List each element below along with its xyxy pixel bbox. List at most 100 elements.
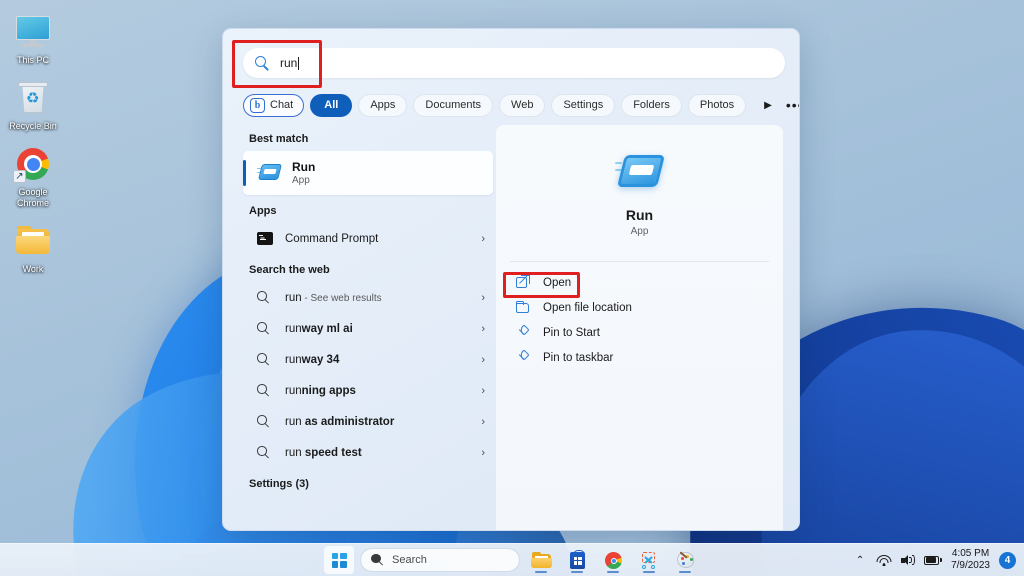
running-indicator bbox=[679, 571, 691, 573]
filter-pill-apps[interactable]: Apps bbox=[358, 93, 408, 117]
web-result-row[interactable]: run speed test › bbox=[243, 437, 493, 468]
chevron-right-icon[interactable]: › bbox=[481, 447, 485, 459]
running-indicator bbox=[535, 571, 547, 573]
taskbar-app-microsoft-store[interactable] bbox=[562, 546, 592, 574]
desktop-icon-this-pc[interactable]: This PC bbox=[2, 12, 64, 66]
best-match-subtitle: App bbox=[292, 174, 310, 186]
action-open[interactable]: Open bbox=[506, 270, 773, 295]
desktop-icon-label: Work bbox=[22, 264, 44, 274]
running-indicator bbox=[571, 571, 583, 573]
desktop-icon-label: This PC bbox=[16, 55, 49, 65]
result-label: running apps bbox=[285, 384, 356, 397]
section-heading-settings: Settings (3) bbox=[249, 478, 309, 490]
wifi-icon[interactable] bbox=[876, 554, 892, 566]
chevron-right-icon[interactable]: › bbox=[481, 292, 485, 304]
filter-pill-label: Settings bbox=[563, 99, 604, 111]
speaker-icon[interactable] bbox=[900, 554, 916, 567]
action-pin-to-taskbar[interactable]: Pin to taskbar bbox=[506, 345, 773, 370]
desktop-icon-recycle-bin[interactable]: ♻ Recycle Bin bbox=[2, 78, 64, 132]
filter-pill-all[interactable]: All bbox=[310, 93, 353, 117]
action-pin-to-start[interactable]: Pin to Start bbox=[506, 320, 773, 345]
chevron-right-icon[interactable]: › bbox=[481, 385, 485, 397]
app-preview-pane: Run App Open Open file location Pin to S… bbox=[496, 125, 783, 530]
filter-pill-settings[interactable]: Settings bbox=[551, 93, 616, 117]
start-button[interactable] bbox=[324, 546, 354, 574]
bing-chat-icon: b bbox=[250, 97, 265, 113]
chevron-right-icon[interactable]: › bbox=[481, 233, 485, 245]
filter-pill-label: All bbox=[324, 99, 339, 111]
chevron-right-icon[interactable]: › bbox=[481, 354, 485, 366]
taskbar-app-file-explorer[interactable] bbox=[526, 546, 556, 574]
search-icon bbox=[257, 353, 275, 366]
filter-pill-photos[interactable]: Photos bbox=[687, 93, 747, 117]
more-options-icon[interactable]: ••• bbox=[786, 95, 799, 115]
search-input[interactable]: run bbox=[243, 48, 785, 78]
filter-pill-web[interactable]: Web bbox=[499, 93, 546, 117]
clock-time: 4:05 PM bbox=[951, 548, 990, 559]
preview-hero: Run App bbox=[496, 125, 783, 237]
action-label: Open file location bbox=[543, 301, 632, 314]
taskbar-app-google-chrome[interactable] bbox=[598, 546, 628, 574]
chevron-right-icon[interactable]: › bbox=[481, 416, 485, 428]
section-heading-best-match: Best match bbox=[249, 133, 309, 145]
filter-pill-label: Folders bbox=[633, 99, 670, 111]
result-label: run - See web results bbox=[285, 291, 382, 304]
taskbar-search-box[interactable]: Search bbox=[360, 548, 520, 572]
selection-indicator bbox=[243, 160, 246, 186]
web-result-row[interactable]: runway 34 › bbox=[243, 344, 493, 375]
preview-app-subtitle: App bbox=[630, 226, 649, 237]
folder-icon bbox=[13, 221, 53, 261]
desktop-icon-google-chrome[interactable]: ↗ Google Chrome bbox=[2, 144, 64, 209]
pin-icon bbox=[516, 349, 531, 365]
web-result-row[interactable]: run as administrator › bbox=[243, 406, 493, 437]
result-label: runway 34 bbox=[285, 353, 340, 366]
show-hidden-icons-icon[interactable]: ⌃ bbox=[853, 555, 867, 566]
desktop-icon-work-folder[interactable]: Work bbox=[2, 221, 64, 275]
search-input-value: run bbox=[280, 56, 298, 70]
section-heading-apps: Apps bbox=[249, 205, 277, 217]
chevron-right-icon[interactable]: › bbox=[481, 323, 485, 335]
filter-pill-chat[interactable]: b Chat bbox=[243, 93, 305, 117]
system-tray: ⌃ 4:05 PM 7/9/2023 4 bbox=[853, 544, 1016, 576]
search-icon bbox=[371, 553, 384, 567]
taskbar-app-paint[interactable] bbox=[670, 546, 700, 574]
web-result-row[interactable]: running apps › bbox=[243, 375, 493, 406]
action-label: Pin to taskbar bbox=[543, 351, 614, 364]
shortcut-arrow-icon: ↗ bbox=[13, 170, 26, 183]
result-label: run speed test bbox=[285, 446, 362, 459]
filter-pill-folders[interactable]: Folders bbox=[621, 93, 682, 117]
taskbar-search-placeholder: Search bbox=[392, 554, 427, 566]
web-result-row[interactable]: run - See web results › bbox=[243, 282, 493, 313]
chevron-right-icon[interactable]: ▶ bbox=[764, 95, 772, 115]
command-prompt-icon bbox=[257, 232, 275, 245]
result-label: Command Prompt bbox=[285, 232, 379, 245]
this-pc-icon bbox=[13, 12, 53, 52]
filter-pill-label: Chat bbox=[270, 99, 294, 111]
result-row-command-prompt[interactable]: Command Prompt › bbox=[243, 223, 493, 254]
desktop-icon-list: This PC ♻ Recycle Bin ↗ Google Chrome Wo… bbox=[0, 12, 66, 275]
clock[interactable]: 4:05 PM 7/9/2023 bbox=[951, 548, 990, 572]
notification-badge[interactable]: 4 bbox=[999, 551, 1016, 569]
taskbar-center-group: Search bbox=[324, 546, 700, 574]
best-match-title: Run bbox=[292, 159, 316, 174]
search-icon bbox=[257, 384, 275, 397]
search-icon bbox=[257, 446, 275, 459]
preview-app-title: Run bbox=[625, 207, 654, 223]
search-filter-pills: b Chat All Apps Documents Web Settings F… bbox=[243, 91, 799, 119]
desktop-icon-label: Google Chrome bbox=[16, 187, 49, 208]
action-open-file-location[interactable]: Open file location bbox=[506, 295, 773, 320]
filter-pill-documents[interactable]: Documents bbox=[413, 93, 494, 117]
search-icon bbox=[257, 322, 275, 335]
windows-logo-icon bbox=[331, 552, 347, 568]
search-results-list: Best match Run App Apps Command Prompt ›… bbox=[237, 125, 495, 530]
best-match-result-run[interactable]: Run App bbox=[243, 151, 493, 195]
pin-icon bbox=[516, 324, 531, 340]
search-icon bbox=[257, 291, 275, 304]
taskbar-app-snipping-tool[interactable] bbox=[634, 546, 664, 574]
battery-icon[interactable] bbox=[924, 555, 942, 566]
web-result-row[interactable]: runway ml ai › bbox=[243, 313, 493, 344]
preview-action-list: Open Open file location Pin to Start Pin… bbox=[496, 262, 783, 370]
result-label: run as administrator bbox=[285, 415, 395, 428]
folder-icon bbox=[515, 300, 531, 315]
windows-search-panel: run b Chat All Apps Documents Web Settin… bbox=[222, 28, 800, 531]
